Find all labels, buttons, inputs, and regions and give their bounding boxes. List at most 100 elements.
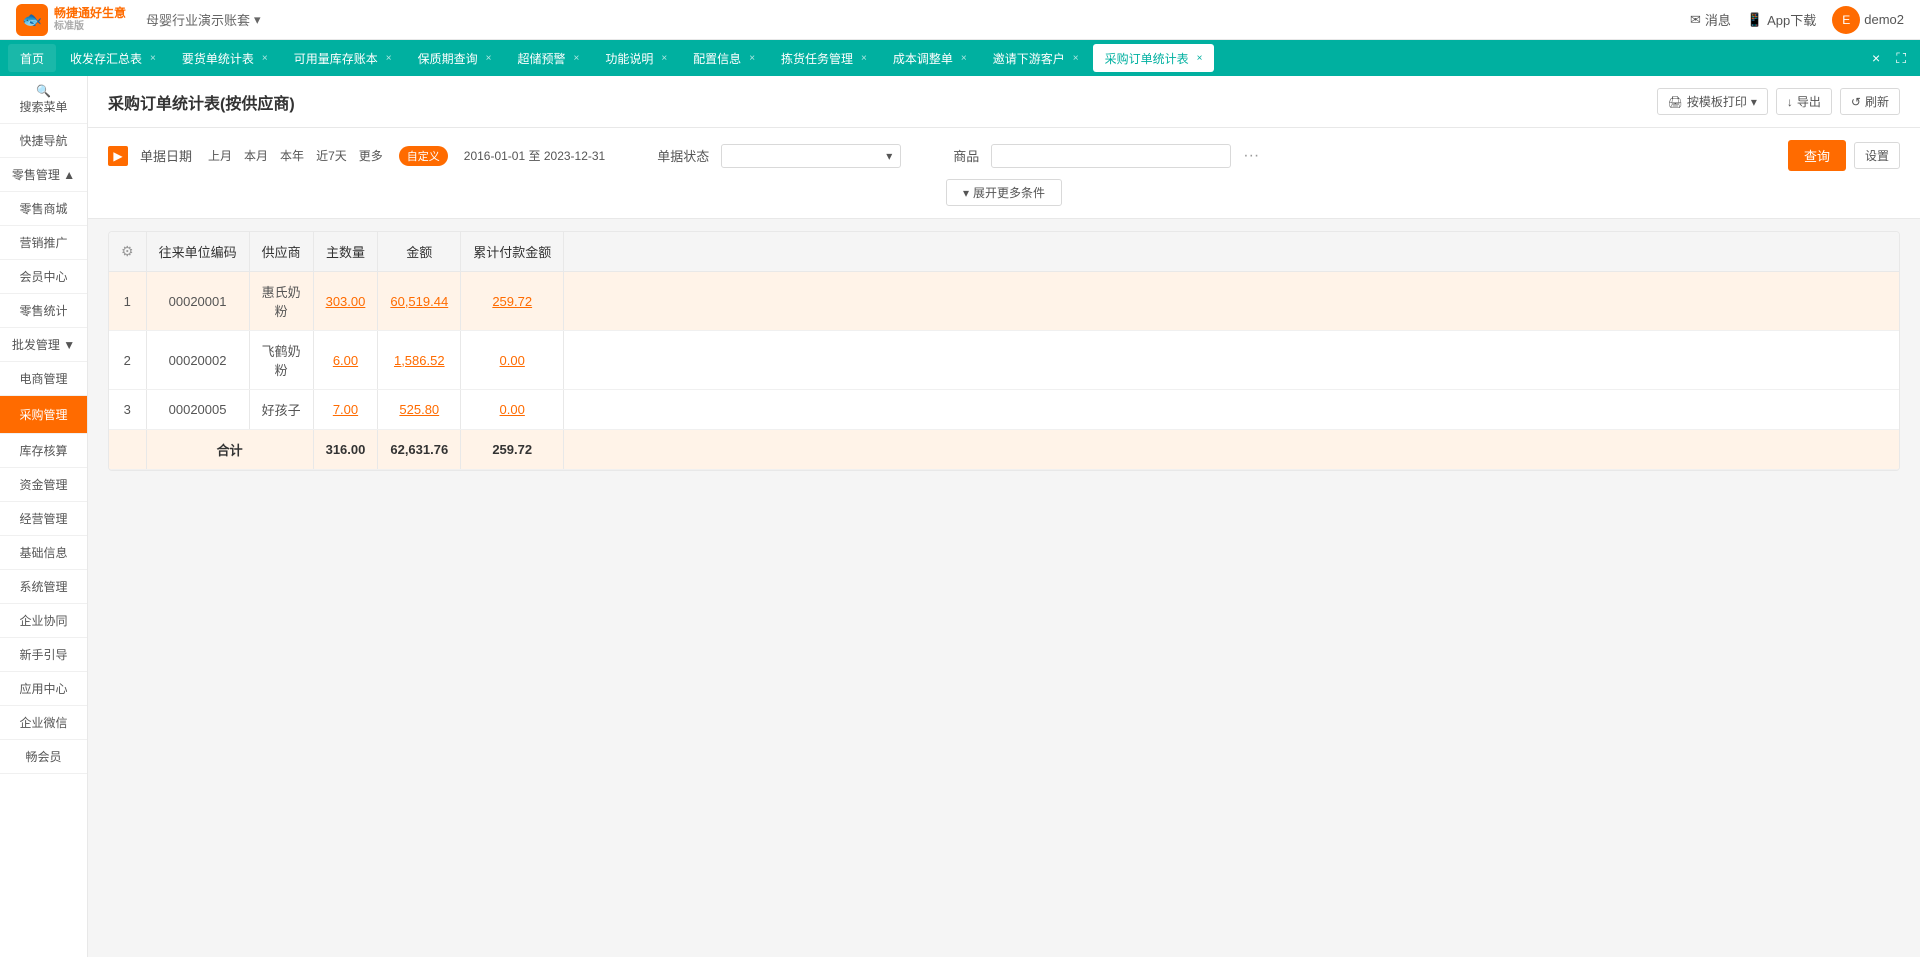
shortcut-this-month[interactable]: 本月 <box>240 145 272 166</box>
tab-order-stats[interactable]: 要货单统计表 × <box>170 44 280 72</box>
close-icon[interactable]: × <box>150 53 156 64</box>
sidebar-item-marketing[interactable]: 营销推广 <box>0 226 87 260</box>
tab-home[interactable]: 首页 <box>8 44 56 72</box>
row-qty[interactable]: 7.00 <box>313 390 378 430</box>
sidebar-item-retail[interactable]: 零售管理 ▲ <box>0 158 87 192</box>
sidebar-item-wxwork[interactable]: 企业微信 <box>0 706 87 740</box>
table-header-row: ⚙ 往来单位编码 供应商 主数量 金额 累计付款金额 <box>109 232 1899 272</box>
row-qty[interactable]: 6.00 <box>313 331 378 390</box>
sidebar-item-operation[interactable]: 经营管理 <box>0 502 87 536</box>
sidebar-item-wholesale[interactable]: 批发管理 ▼ <box>0 328 87 362</box>
chevron-down-icon: ▾ <box>1751 95 1757 109</box>
page-title: 采购订单统计表(按供应商) <box>108 90 295 114</box>
close-icon[interactable]: × <box>749 53 755 64</box>
sidebar-item-retail-stats[interactable]: 零售统计 <box>0 294 87 328</box>
expand-more-button[interactable]: ▾ 展开更多条件 <box>946 179 1062 206</box>
tab-overstock[interactable]: 超储预警 × <box>505 44 591 72</box>
tab-function-desc[interactable]: 功能说明 × <box>593 44 679 72</box>
custom-date-tag[interactable]: 自定义 <box>399 146 448 166</box>
row-code: 00020005 <box>146 390 249 430</box>
sidebar-item-collab[interactable]: 企业协同 <box>0 604 87 638</box>
row-qty[interactable]: 303.00 <box>313 272 378 331</box>
row-paid[interactable]: 259.72 <box>461 272 564 331</box>
sidebar-item-retail-mall[interactable]: 零售商城 <box>0 192 87 226</box>
row-extra <box>564 390 1899 430</box>
tab-config[interactable]: 配置信息 × <box>681 44 767 72</box>
sidebar-item-apps[interactable]: 应用中心 <box>0 672 87 706</box>
print-button[interactable]: 🖨 按模板打印 ▾ <box>1657 88 1768 115</box>
close-icon[interactable]: × <box>573 53 579 64</box>
logo-icon: 🐟 <box>16 4 48 36</box>
shortcut-7days[interactable]: 近7天 <box>312 145 351 166</box>
close-icon[interactable]: × <box>661 53 667 64</box>
tab-purchase-stats[interactable]: 采购订单统计表 × <box>1093 44 1215 72</box>
date-range-display: 2016-01-01 至 2023-12-31 <box>464 147 605 164</box>
close-icon[interactable]: × <box>1073 53 1079 64</box>
query-button[interactable]: 查询 <box>1788 140 1846 171</box>
sidebar-item-member[interactable]: 会员中心 <box>0 260 87 294</box>
row-paid[interactable]: 0.00 <box>461 390 564 430</box>
tab-expiry[interactable]: 保质期查询 × <box>406 44 504 72</box>
sidebar-item-ecommerce[interactable]: 电商管理 <box>0 362 87 396</box>
row-paid[interactable]: 0.00 <box>461 331 564 390</box>
row-index: 3 <box>109 390 146 430</box>
download-icon: 📱 <box>1747 12 1763 28</box>
row-amount[interactable]: 525.80 <box>378 390 461 430</box>
message-button[interactable]: ✉ 消息 <box>1690 10 1731 29</box>
close-tab-button[interactable]: × <box>1866 48 1886 68</box>
tab-pick-task[interactable]: 拣货任务管理 × <box>769 44 879 72</box>
close-icon[interactable]: × <box>961 53 967 64</box>
row-supplier: 飞鹤奶粉 <box>249 331 313 390</box>
close-icon[interactable]: × <box>386 53 392 64</box>
sidebar-item-finance[interactable]: 资金管理 <box>0 468 87 502</box>
column-settings-icon[interactable]: ⚙ <box>121 243 134 259</box>
footer-extra <box>564 430 1899 470</box>
chevron-down-icon: ▾ <box>886 149 892 163</box>
row-index: 2 <box>109 331 146 390</box>
row-amount[interactable]: 60,519.44 <box>378 272 461 331</box>
more-filter-icon[interactable]: ··· <box>1243 147 1259 165</box>
maximize-button[interactable]: ⛶ <box>1890 48 1912 69</box>
user-menu[interactable]: E demo2 <box>1832 6 1904 34</box>
sidebar-item-shortcut[interactable]: 快捷导航 <box>0 124 87 158</box>
sidebar-item-guide[interactable]: 新手引导 <box>0 638 87 672</box>
close-icon[interactable]: × <box>262 53 268 64</box>
close-icon[interactable]: × <box>486 53 492 64</box>
sidebar: 🔍 搜索菜单 快捷导航 零售管理 ▲ 零售商城 营销推广 会员中心 零售统计 批… <box>0 76 88 957</box>
footer-empty <box>109 430 146 470</box>
shortcut-last-month[interactable]: 上月 <box>204 145 236 166</box>
close-icon[interactable]: × <box>861 53 867 64</box>
shortcut-more[interactable]: 更多 <box>355 145 387 166</box>
sidebar-item-basic[interactable]: 基础信息 <box>0 536 87 570</box>
col-supplier-header: 供应商 <box>249 232 313 272</box>
settings-button[interactable]: 设置 <box>1854 142 1900 169</box>
sidebar-item-search[interactable]: 🔍 搜索菜单 <box>0 76 87 124</box>
top-bar-left: 🐟 畅捷通好生意 标准版 母婴行业演示账套 ▾ <box>16 4 261 36</box>
close-icon[interactable]: × <box>1197 53 1203 64</box>
message-icon: ✉ <box>1690 12 1701 28</box>
tab-invite[interactable]: 邀请下游客户 × <box>981 44 1091 72</box>
refresh-button[interactable]: ↺ 刷新 <box>1840 88 1900 115</box>
sidebar-item-vip[interactable]: 畅会员 <box>0 740 87 774</box>
refresh-icon: ↺ <box>1851 95 1861 109</box>
export-button[interactable]: ↓ 导出 <box>1776 88 1832 115</box>
goods-filter-input[interactable] <box>991 144 1231 168</box>
row-supplier: 惠氏奶粉 <box>249 272 313 331</box>
status-select[interactable]: ▾ <box>721 144 901 168</box>
tab-available-stock[interactable]: 可用量库存账本 × <box>282 44 404 72</box>
data-table: ⚙ 往来单位编码 供应商 主数量 金额 累计付款金额 1 00020001 <box>109 232 1899 470</box>
tab-summary[interactable]: 收发存汇总表 × <box>58 44 168 72</box>
tab-cost-adjust[interactable]: 成本调整单 × <box>881 44 979 72</box>
footer-label: 合计 <box>146 430 313 470</box>
footer-qty: 316.00 <box>313 430 378 470</box>
table-container: ⚙ 往来单位编码 供应商 主数量 金额 累计付款金额 1 00020001 <box>108 231 1900 471</box>
row-amount[interactable]: 1,586.52 <box>378 331 461 390</box>
workspace-selector[interactable]: 母婴行业演示账套 ▾ <box>146 10 261 29</box>
filter-toggle-button[interactable]: ▶ <box>108 146 128 166</box>
sidebar-item-purchase[interactable]: 采购管理 <box>0 396 87 434</box>
sidebar-item-inventory[interactable]: 库存核算 <box>0 434 87 468</box>
chevron-down-icon: ▾ <box>254 12 261 28</box>
app-download-button[interactable]: 📱 App下载 <box>1747 10 1816 29</box>
sidebar-item-system[interactable]: 系统管理 <box>0 570 87 604</box>
shortcut-this-year[interactable]: 本年 <box>276 145 308 166</box>
